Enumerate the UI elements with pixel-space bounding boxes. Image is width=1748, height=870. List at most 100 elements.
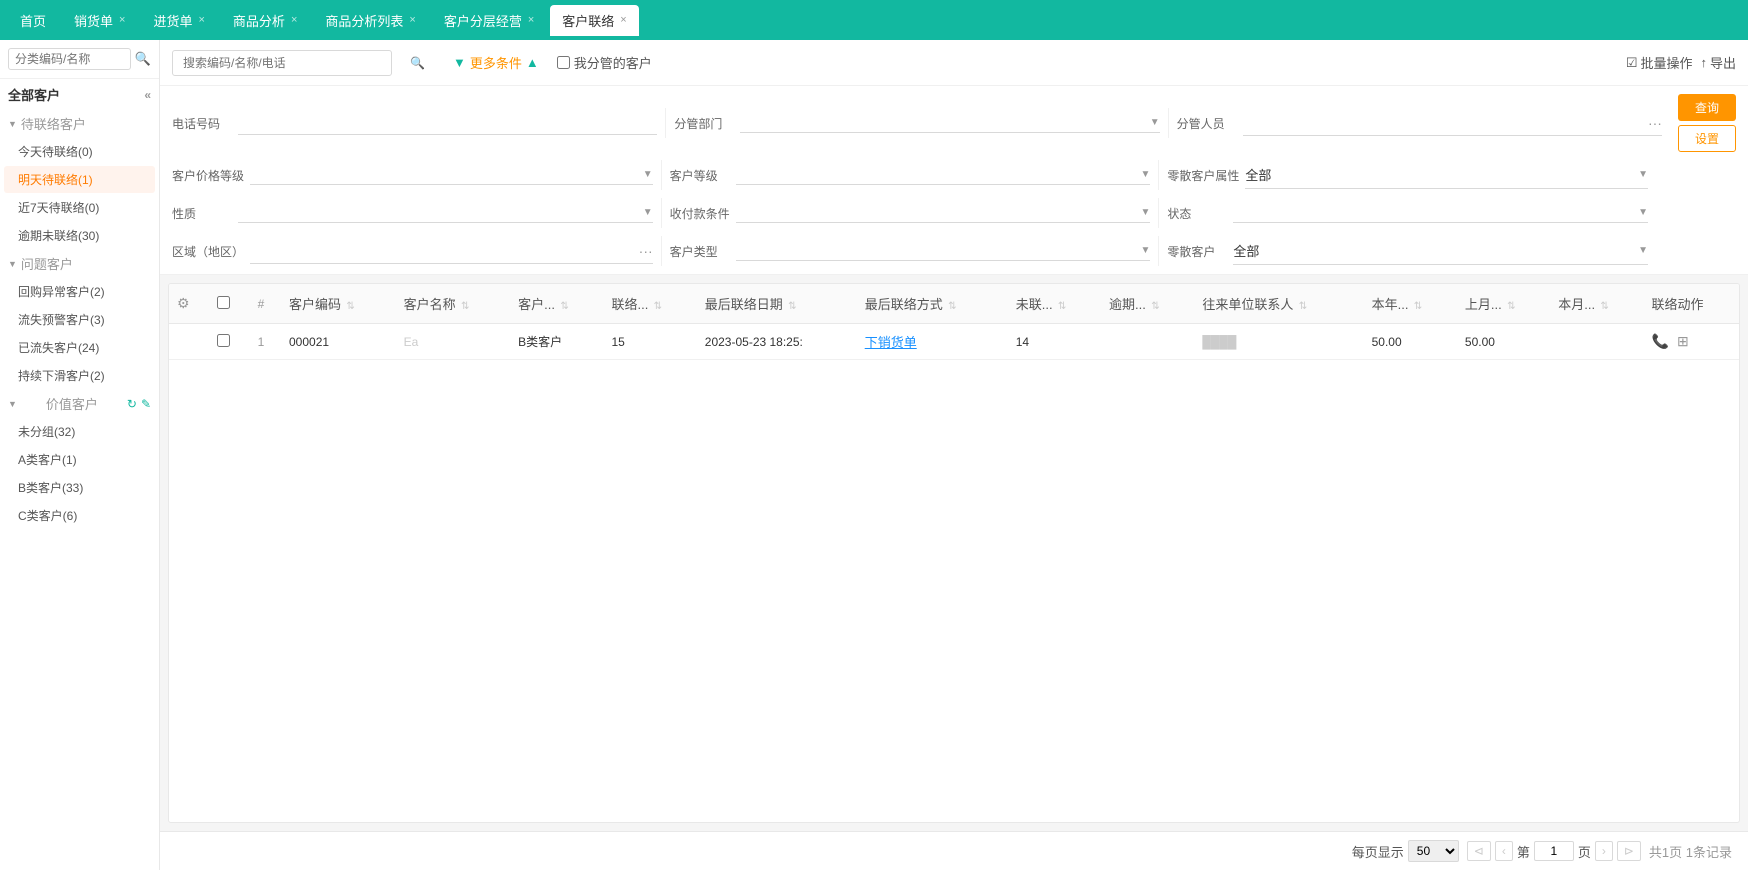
row-action: 📞 ⊞ xyxy=(1644,324,1739,360)
last-contact-method-link[interactable]: 下销货单 xyxy=(865,335,917,350)
table-header-this-month[interactable]: 本月... ⇅ xyxy=(1550,284,1643,324)
sidebar-item-b-class[interactable]: B类客户(33) xyxy=(4,474,155,501)
filter-region-select[interactable]: ··· xyxy=(250,239,653,264)
batch-operation-button[interactable]: ☑ 批量操作 xyxy=(1626,53,1693,72)
row-checkbox-cell[interactable] xyxy=(205,324,241,360)
filter-customer-type-select[interactable]: ▼ xyxy=(736,241,1151,261)
filter-phone-input[interactable] xyxy=(238,112,657,135)
close-purchase-order-icon[interactable]: × xyxy=(198,14,204,26)
filter-retail-customer-select[interactable]: 全部 ▼ xyxy=(1233,237,1648,265)
nav-purchase-order[interactable]: 进货单 × xyxy=(141,5,216,36)
filter-department-select[interactable]: ▼ xyxy=(740,113,1159,133)
table-header-last-contact-method[interactable]: 最后联络方式 ⇅ xyxy=(857,284,1008,324)
nav-product-analysis-list[interactable]: 商品分析列表 × xyxy=(313,5,427,36)
footer-page-size: 每页显示 50 20 100 200 xyxy=(1352,840,1459,862)
filter-price-level-select[interactable]: ▼ xyxy=(250,165,653,185)
overdue-sort-icon[interactable]: ⇅ xyxy=(1151,301,1159,312)
this-month-sort-icon[interactable]: ⇅ xyxy=(1600,301,1608,312)
my-customers-checkbox-label[interactable]: 我分管的客户 xyxy=(557,53,652,72)
close-sales-order-icon[interactable]: × xyxy=(119,14,125,26)
filter-status-select[interactable]: ▼ xyxy=(1233,203,1648,223)
filter-manager-select[interactable]: ··· xyxy=(1243,111,1662,136)
table-header-contact[interactable]: 联络... ⇅ xyxy=(603,284,696,324)
table-header-last-contact-date[interactable]: 最后联络日期 ⇅ xyxy=(697,284,857,324)
manager-dots-icon[interactable]: ··· xyxy=(1648,115,1662,131)
sidebar-item-tomorrow-contact[interactable]: 明天待联络(1) xyxy=(4,166,155,193)
sidebar-item-a-class[interactable]: A类客户(1) xyxy=(4,446,155,473)
close-customer-tier-icon[interactable]: × xyxy=(528,14,534,26)
table-header-checkbox[interactable] xyxy=(205,284,241,324)
sidebar-search-icon[interactable]: 🔍 xyxy=(135,51,151,67)
value-group-edit-icon[interactable]: ✎ xyxy=(141,397,151,411)
table-header-gear[interactable]: ⚙ xyxy=(169,284,205,324)
table-header-uncontacted[interactable]: 未联... ⇅ xyxy=(1008,284,1101,324)
sidebar-search-input[interactable] xyxy=(8,48,131,70)
table-header-last-month[interactable]: 上月... ⇅ xyxy=(1457,284,1550,324)
gear-settings-icon[interactable]: ⚙ xyxy=(177,295,190,311)
table-header-type[interactable]: 客户... ⇅ xyxy=(510,284,603,324)
table-row: 1 000021 Ea B类客户 15 2023-05-23 18:25: 下销… xyxy=(169,324,1739,360)
sidebar-item-overdue-contact[interactable]: 逾期未联络(30) xyxy=(4,222,155,249)
uncontacted-sort-icon[interactable]: ⇅ xyxy=(1058,301,1066,312)
sidebar-item-repurchase-anomaly[interactable]: 回购异常客户(2) xyxy=(4,278,155,305)
row-last-contact-method[interactable]: 下销货单 xyxy=(857,324,1008,360)
sidebar-collapse-icon[interactable]: « xyxy=(144,88,151,102)
sidebar-item-declining[interactable]: 持续下滑客户(2) xyxy=(4,362,155,389)
last-month-sort-icon[interactable]: ⇅ xyxy=(1507,301,1515,312)
sidebar-item-ungrouped[interactable]: 未分组(32) xyxy=(4,418,155,445)
reset-button[interactable]: 设置 xyxy=(1678,125,1736,152)
row-checkbox[interactable] xyxy=(217,334,230,347)
table-header-name[interactable]: 客户名称 ⇅ xyxy=(396,284,511,324)
sidebar-item-c-class[interactable]: C类客户(6) xyxy=(4,502,155,529)
current-page-input[interactable] xyxy=(1534,841,1574,861)
phone-action-icon[interactable]: 📞 xyxy=(1652,333,1669,350)
toolbar-more-conditions-button[interactable]: ▼ 更多条件 ▲ xyxy=(443,48,549,77)
this-year-sort-icon[interactable]: ⇅ xyxy=(1414,301,1422,312)
close-product-analysis-icon[interactable]: × xyxy=(291,14,297,26)
last-method-sort-icon[interactable]: ⇅ xyxy=(948,301,956,312)
filter-payment-select[interactable]: ▼ xyxy=(736,203,1151,223)
contact-sort-icon[interactable]: ⇅ xyxy=(654,301,662,312)
nav-product-analysis[interactable]: 商品分析 × xyxy=(221,5,309,36)
name-sort-icon[interactable]: ⇅ xyxy=(461,301,469,312)
nav-customer-contact[interactable]: 客户联络 × xyxy=(550,5,638,36)
region-dots-icon[interactable]: ··· xyxy=(639,243,653,259)
toolbar-search-input[interactable] xyxy=(172,50,392,76)
grid-action-icon[interactable]: ⊞ xyxy=(1677,333,1689,350)
nav-customer-tier[interactable]: 客户分层经营 × xyxy=(432,5,546,36)
next-page-button[interactable]: › xyxy=(1595,841,1613,861)
table-header-overdue[interactable]: 逾期... ⇅ xyxy=(1101,284,1194,324)
filter-retail-attr-select[interactable]: 全部 ▼ xyxy=(1245,161,1648,189)
table-select-all-checkbox[interactable] xyxy=(217,296,230,309)
filter-customer-level-select[interactable]: ▼ xyxy=(736,165,1151,185)
sidebar-item-today-contact[interactable]: 今天待联络(0) xyxy=(4,138,155,165)
prev-page-button[interactable]: ‹ xyxy=(1495,841,1513,861)
export-button[interactable]: ↑ 导出 xyxy=(1700,53,1736,72)
sidebar-item-churn-warning[interactable]: 流失预警客户(3) xyxy=(4,306,155,333)
close-customer-contact-icon[interactable]: × xyxy=(620,14,626,26)
toolbar-search-button[interactable]: 🔍 xyxy=(400,51,435,75)
table-header-this-year[interactable]: 本年... ⇅ xyxy=(1364,284,1457,324)
nav-home[interactable]: 首页 xyxy=(8,5,58,36)
table-header-code[interactable]: 客户编码 ⇅ xyxy=(281,284,396,324)
my-customers-checkbox[interactable] xyxy=(557,56,570,69)
type-sort-icon[interactable]: ⇅ xyxy=(560,301,568,312)
filter-nature-select[interactable]: ▼ xyxy=(238,203,653,223)
sidebar-item-7day-contact[interactable]: 近7天待联络(0) xyxy=(4,194,155,221)
query-button[interactable]: 查询 xyxy=(1678,94,1736,121)
row-unit-contact: ████ xyxy=(1194,324,1363,360)
last-page-button[interactable]: ⊳ xyxy=(1617,841,1641,861)
filter-row-3: 性质 ▼ 收付款条件 ▼ 状态 xyxy=(172,198,1736,228)
code-sort-icon[interactable]: ⇅ xyxy=(346,301,354,312)
table-header-unit-contact[interactable]: 往来单位联系人 ⇅ xyxy=(1194,284,1363,324)
sidebar-item-churned[interactable]: 已流失客户(24) xyxy=(4,334,155,361)
close-product-analysis-list-icon[interactable]: × xyxy=(409,14,415,26)
value-group-refresh-icon[interactable]: ↻ xyxy=(127,397,137,411)
last-date-sort-icon[interactable]: ⇅ xyxy=(788,301,796,312)
unit-contact-sort-icon[interactable]: ⇅ xyxy=(1299,301,1307,312)
page-size-select[interactable]: 50 20 100 200 xyxy=(1408,840,1459,862)
first-page-button[interactable]: ⊲ xyxy=(1467,841,1491,861)
sidebar-all-customers[interactable]: 全部客户 « xyxy=(0,79,159,110)
retail-customer-chevron-icon: ▼ xyxy=(1638,245,1648,256)
nav-sales-order[interactable]: 销货单 × xyxy=(62,5,137,36)
